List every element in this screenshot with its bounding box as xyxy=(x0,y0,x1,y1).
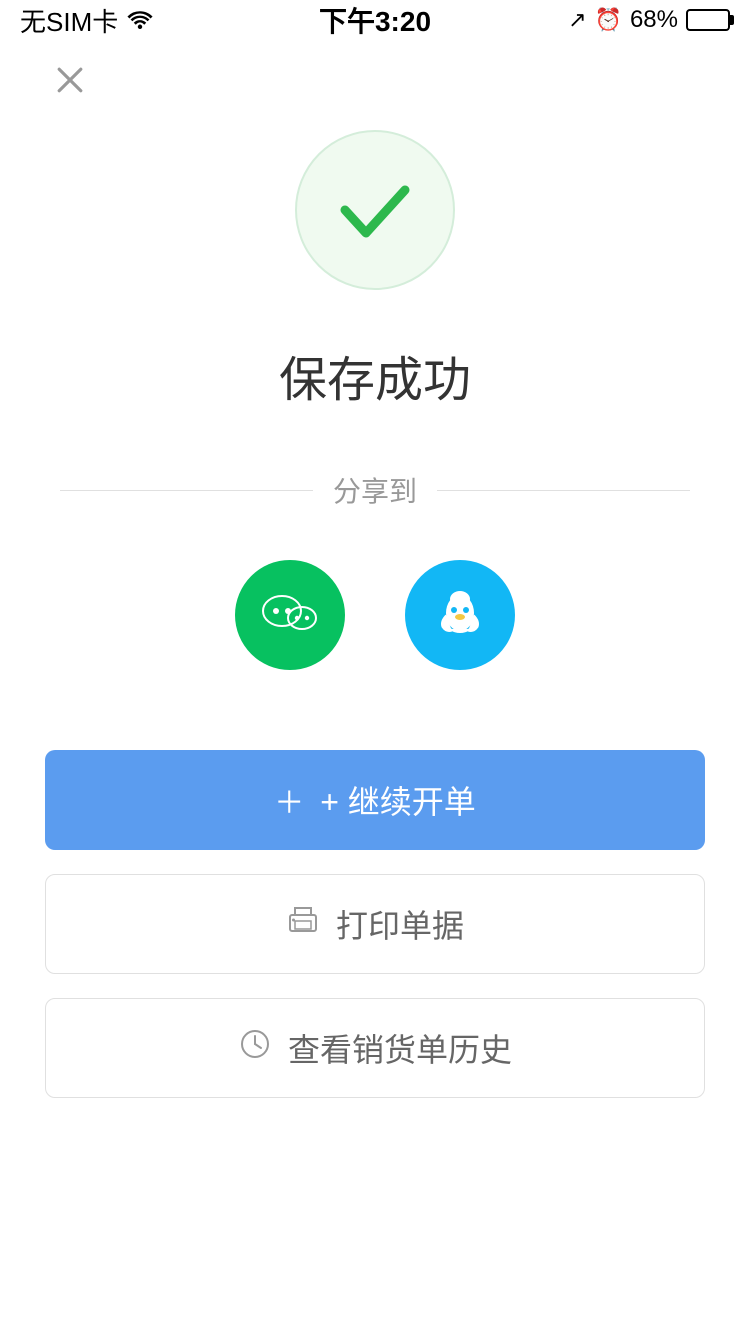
continue-button[interactable]: ＋ + 继续开单 xyxy=(45,750,705,850)
print-label: 打印单据 xyxy=(336,901,464,947)
status-left: 无SIM卡 xyxy=(20,2,154,39)
status-right: ↗ ⏰ 68% xyxy=(568,6,730,34)
wifi-icon xyxy=(126,5,154,36)
divider-line-right xyxy=(437,490,690,491)
qq-icon xyxy=(428,583,493,648)
alarm-icon: ⏰ xyxy=(595,7,622,33)
carrier-text: 无SIM卡 xyxy=(20,2,118,39)
status-time: 下午3:20 xyxy=(319,0,431,40)
plus-icon: ＋ xyxy=(274,778,304,822)
share-label: 分享到 xyxy=(313,470,437,510)
success-icon-circle xyxy=(295,130,455,290)
clock-icon xyxy=(238,1027,272,1069)
print-button[interactable]: 打印单据 xyxy=(45,874,705,974)
action-buttons: ＋ + 继续开单 打印单据 xyxy=(0,750,750,1098)
checkmark-icon xyxy=(330,165,420,255)
main-content: 保存成功 分享到 xyxy=(0,40,750,1098)
wechat-share-button[interactable] xyxy=(235,560,345,670)
print-icon xyxy=(286,903,320,945)
battery-icon xyxy=(686,9,730,31)
battery-percentage: 68% xyxy=(630,6,678,34)
continue-label: + 继续开单 xyxy=(320,777,476,823)
share-divider: 分享到 xyxy=(0,470,750,510)
qq-share-button[interactable] xyxy=(405,560,515,670)
success-title: 保存成功 xyxy=(279,340,471,410)
divider-line-left xyxy=(60,490,313,491)
share-icons-container xyxy=(235,560,515,670)
gps-icon: ↗ xyxy=(568,7,586,33)
history-button[interactable]: 查看销货单历史 xyxy=(45,998,705,1098)
wechat-icon xyxy=(258,583,323,648)
status-bar: 无SIM卡 下午3:20 ↗ ⏰ 68% xyxy=(0,0,750,40)
history-label: 查看销货单历史 xyxy=(288,1025,512,1071)
close-button[interactable] xyxy=(45,55,95,105)
